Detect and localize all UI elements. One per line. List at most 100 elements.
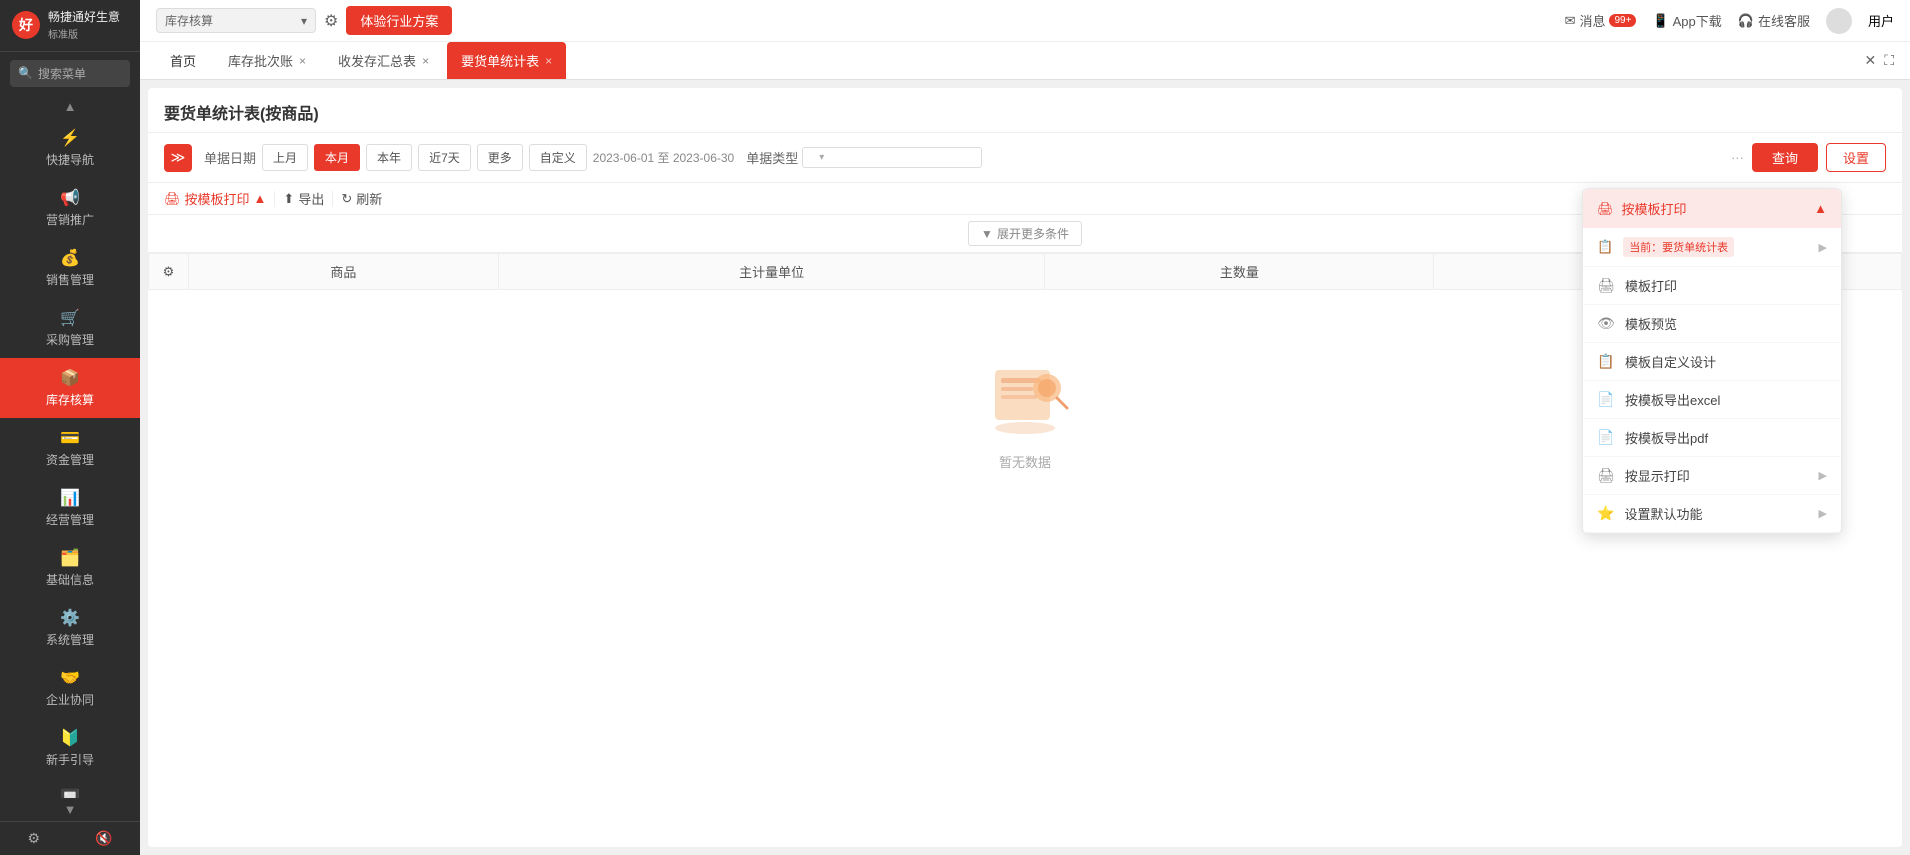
mute-footer-btn[interactable]: 🔇 [95, 830, 112, 847]
export-pdf-item[interactable]: 📄 按模板导出pdf [1583, 419, 1841, 457]
date-btn-custom[interactable]: 自定义 [529, 144, 587, 171]
query-btn[interactable]: 查询 [1752, 143, 1818, 172]
online-service-btn[interactable]: 🎧 在线客服 [1738, 11, 1810, 30]
chevron-right-icon-2: ▶ [1819, 469, 1827, 482]
sidebar-item-shortcut[interactable]: ⚡ 快捷导航 [0, 118, 140, 178]
user-avatar[interactable] [1826, 8, 1852, 34]
search-icon: 🔍 [18, 66, 33, 80]
top-bar-left: 库存核算 ▾ ⚙ 体验行业方案 [156, 6, 1553, 35]
refresh-label: 刷新 [356, 189, 382, 208]
sidebar-search[interactable]: 🔍 搜索菜单 [10, 60, 130, 87]
tab-close-icon[interactable]: × [545, 54, 552, 68]
scroll-down-btn[interactable]: ▼ [0, 798, 140, 821]
sidebar-item-collab[interactable]: 🤝 企业协同 [0, 658, 140, 718]
dropdown-header[interactable]: 🖨 按模板打印 ▲ [1583, 189, 1841, 228]
chevron-down-icon: ▾ [819, 152, 824, 163]
tab-close-icon[interactable]: × [299, 54, 306, 68]
industry-btn[interactable]: 体验行业方案 [346, 6, 452, 35]
expand-more-btn[interactable]: ▼ 展开更多条件 [968, 221, 1082, 246]
purchase-icon: 🛒 [60, 308, 80, 328]
display-print-label: 按显示打印 [1625, 466, 1690, 485]
filter-toggle-btn[interactable]: ≫ [164, 144, 192, 172]
date-btn-this-year[interactable]: 本年 [366, 144, 412, 171]
tab-inventory-batch-label: 库存批次账 [228, 51, 293, 70]
apps-icon: 🔲 [60, 788, 80, 798]
tab-close-icon[interactable]: × [422, 54, 429, 68]
user-name[interactable]: 用户 [1868, 11, 1894, 30]
print-label: 按模板打印 [185, 189, 250, 208]
sidebar-item-label: 新手引导 [46, 751, 94, 768]
date-btn-more[interactable]: 更多 [477, 144, 523, 171]
sidebar-item-apps[interactable]: 🔲 应用中心 [0, 778, 140, 798]
date-range: 2023-06-01 至 2023-06-30 [593, 149, 734, 166]
print-btn[interactable]: 🖨 按模板打印 ▲ [164, 189, 266, 208]
sidebar-item-system[interactable]: ⚙️ 系统管理 [0, 598, 140, 658]
sidebar-item-label: 销售管理 [46, 271, 94, 288]
current-template-item[interactable]: 📋 当前：要货单统计表 ▶ [1583, 228, 1841, 267]
sidebar-item-label: 基础信息 [46, 571, 94, 588]
print-dropdown: 🖨 按模板打印 ▲ 📋 当前：要货单统计表 ▶ 🖨 模板打印 � [1582, 188, 1842, 534]
sidebar-item-marketing[interactable]: 📢 营销推广 [0, 178, 140, 238]
refresh-icon: ↻ [341, 191, 352, 207]
export-excel-item[interactable]: 📄 按模板导出excel [1583, 381, 1841, 419]
sidebar-item-purchase[interactable]: 🛒 采购管理 [0, 298, 140, 358]
more-options-btn[interactable]: ··· [1731, 150, 1744, 165]
settings-footer-btn[interactable]: ⚙ [28, 830, 41, 847]
tab-inventory-batch[interactable]: 库存批次账 × [214, 42, 320, 79]
refresh-btn[interactable]: ↻ 刷新 [341, 189, 382, 208]
sidebar-item-label: 快捷导航 [46, 151, 94, 168]
settings-btn[interactable]: 设置 [1826, 143, 1886, 172]
topbar-gear-btn[interactable]: ⚙ [324, 11, 338, 31]
export-icon: ⬆ [283, 191, 294, 207]
app-download-btn[interactable]: 📱 App下载 [1652, 11, 1721, 30]
maximize-window-btn[interactable]: ⛶ [1884, 52, 1894, 69]
sidebar-item-label: 营销推广 [46, 211, 94, 228]
system-icon: ⚙️ [60, 608, 80, 628]
export-excel-label: 按模板导出excel [1625, 390, 1720, 409]
close-window-btn[interactable]: ✕ [1864, 52, 1876, 69]
table-settings-icon[interactable]: ⚙ [163, 264, 175, 279]
filter-bar: ≫ 单据日期 上月 本月 本年 近7天 更多 自定义 2023-06-01 至 … [148, 133, 1902, 183]
order-type-select[interactable]: ▾ [802, 147, 982, 168]
tab-order-stats-label: 要货单统计表 [461, 51, 539, 70]
dropdown-header-label: 按模板打印 [1622, 199, 1687, 218]
template-print-item[interactable]: 🖨 模板打印 [1583, 267, 1841, 305]
sidebar-item-basic[interactable]: 🗂️ 基础信息 [0, 538, 140, 598]
default-func-item[interactable]: ⭐ 设置默认功能 ▶ [1583, 495, 1841, 533]
pdf-item-icon: 📄 [1597, 429, 1615, 446]
guide-icon: 🔰 [60, 728, 80, 748]
collab-icon: 🤝 [60, 668, 80, 688]
date-btn-this-month[interactable]: 本月 [314, 144, 360, 171]
sidebar-item-guide[interactable]: 🔰 新手引导 [0, 718, 140, 778]
export-pdf-label: 按模板导出pdf [1625, 428, 1708, 447]
divider2 [332, 191, 333, 207]
logo-text-block: 畅捷通好生意 标准版 [48, 10, 120, 41]
tab-collection-summary[interactable]: 收发存汇总表 × [324, 42, 443, 79]
scroll-up-btn[interactable]: ▲ [0, 95, 140, 118]
sidebar-nav: ⚡ 快捷导航 📢 营销推广 💰 销售管理 🛒 采购管理 📦 库存核算 💳 资金管… [0, 118, 140, 798]
sidebar-item-sales[interactable]: 💰 销售管理 [0, 238, 140, 298]
page-title-bar: 要货单统计表(按商品) [148, 88, 1902, 133]
date-btn-last-month[interactable]: 上月 [262, 144, 308, 171]
sales-icon: 💰 [60, 248, 80, 268]
tab-order-stats[interactable]: 要货单统计表 × [447, 42, 566, 79]
export-btn[interactable]: ⬆ 导出 [283, 189, 324, 208]
chevron-up-icon: ▲ [1814, 201, 1827, 216]
design-item-icon: 📋 [1597, 353, 1615, 370]
messages-badge: 99+ [1609, 14, 1636, 27]
sidebar-item-finance[interactable]: 💳 资金管理 [0, 418, 140, 478]
sidebar-item-inventory[interactable]: 📦 库存核算 [0, 358, 140, 418]
date-btn-7days[interactable]: 近7天 [418, 144, 471, 171]
col-settings[interactable]: ⚙ [149, 254, 189, 290]
messages-btn[interactable]: ✉ 消息 99+ [1565, 11, 1637, 30]
tab-home[interactable]: 首页 [156, 42, 210, 79]
sidebar-item-operations[interactable]: 📊 经营管理 [0, 478, 140, 538]
current-template-left: 📋 当前：要货单统计表 [1597, 237, 1734, 257]
template-design-item[interactable]: 📋 模板自定义设计 [1583, 343, 1841, 381]
display-print-item[interactable]: 🖨 按显示打印 ▶ [1583, 457, 1841, 495]
template-preview-item[interactable]: 👁 模板预览 [1583, 305, 1841, 343]
breadcrumb-input[interactable]: 库存核算 ▾ [156, 8, 316, 33]
template-icon: 📋 [1597, 239, 1613, 255]
sidebar-item-label: 企业协同 [46, 691, 94, 708]
message-icon: ✉ [1565, 13, 1576, 29]
